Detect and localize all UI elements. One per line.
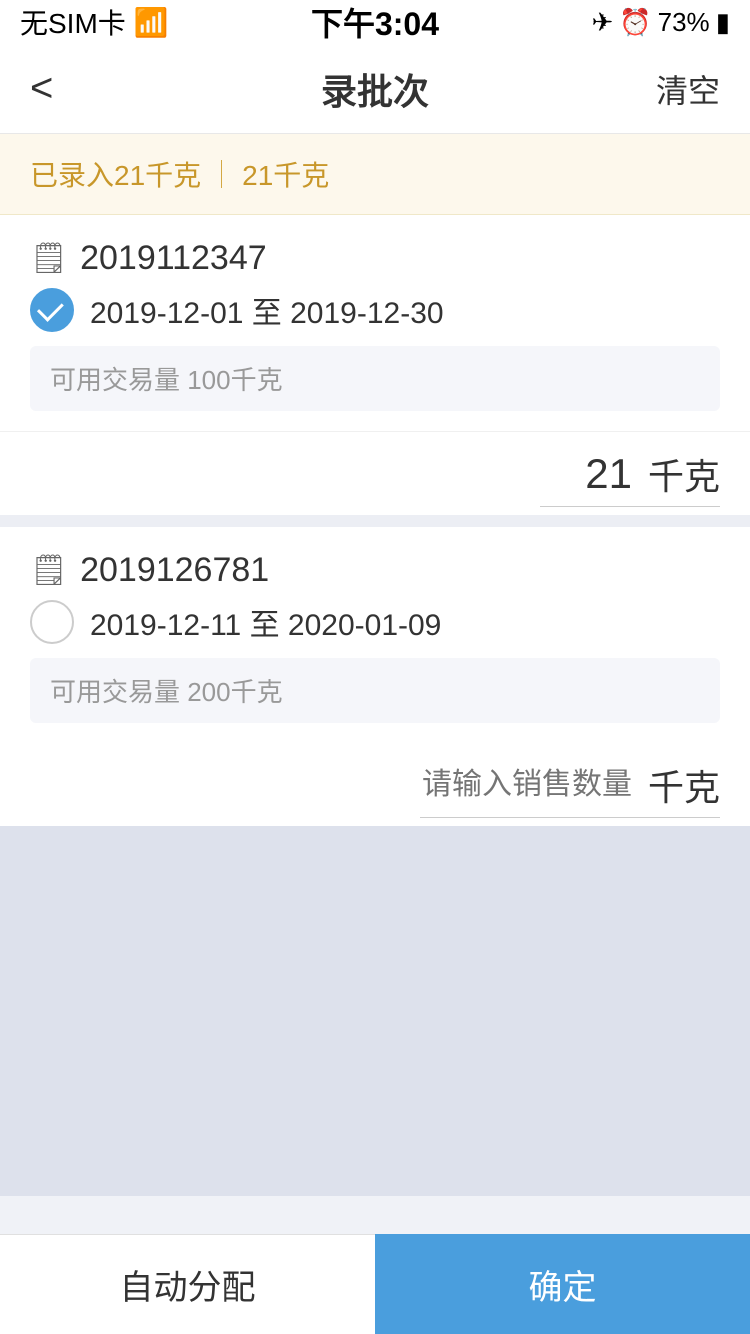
batch-1-available: 可用交易量 100千克	[30, 346, 720, 411]
status-left: 无SIM卡 📶	[20, 2, 169, 42]
batch-1-icon: 🗒	[30, 241, 68, 276]
batch-1-date-row: 2019-12-01 至 2019-12-30	[30, 288, 720, 332]
bottom-bar: 自动分配 确定	[0, 1234, 750, 1334]
carrier-text: 无SIM卡	[20, 2, 126, 42]
location-icon: ✈	[591, 7, 613, 38]
batch-2-section: 🗒 2019126781 2019-12-11 至 2020-01-09 可用交…	[0, 527, 750, 826]
batch-1-underline	[540, 506, 720, 507]
batch-1-amount-value: 21	[585, 450, 632, 498]
batch-2-date-row: 2019-12-11 至 2020-01-09	[30, 600, 720, 644]
clear-button[interactable]: 清空	[656, 66, 720, 112]
battery-text: 73%	[658, 7, 710, 38]
battery-icon: ▮	[716, 7, 730, 38]
batch-2-radio[interactable]	[30, 600, 74, 644]
batch-1-id: 2019112347	[80, 239, 267, 278]
status-bar: 无SIM卡 📶 下午3:04 ✈ ⏰ 73% ▮	[0, 0, 750, 44]
batch-2-item: 🗒 2019126781 2019-12-11 至 2020-01-09 可用交…	[0, 527, 750, 743]
section-separator-1	[0, 515, 750, 527]
batch-1-item: 🗒 2019112347 2019-12-01 至 2019-12-30 可用交…	[0, 215, 750, 432]
batch-2-input-wrapper: 千克	[392, 759, 720, 818]
batch-1-amount-wrapper: 21 千克	[540, 448, 720, 507]
confirm-button[interactable]: 确定	[375, 1234, 750, 1334]
batch-1-radio[interactable]	[30, 288, 74, 332]
batch-2-input-line: 千克	[392, 759, 720, 811]
recorded-value: 21千克	[242, 154, 329, 194]
batch-1-section: 🗒 2019112347 2019-12-01 至 2019-12-30 可用交…	[0, 215, 750, 515]
batch-2-date: 2019-12-11 至 2020-01-09	[90, 600, 441, 644]
auto-distribute-button[interactable]: 自动分配	[0, 1234, 375, 1334]
status-time: 下午3:04	[311, 0, 439, 45]
batch-1-amount-row: 21 千克	[0, 432, 750, 515]
wifi-icon: 📶	[134, 6, 169, 39]
batch-2-available: 可用交易量 200千克	[30, 658, 720, 723]
batch-1-amount-line: 21 千克	[585, 448, 720, 500]
status-right: ✈ ⏰ 73% ▮	[591, 7, 730, 38]
batch-2-underline	[420, 817, 720, 818]
banner-divider	[221, 160, 222, 188]
batch-1-unit: 千克	[648, 448, 720, 500]
batch-2-quantity-input[interactable]	[392, 768, 632, 802]
back-button[interactable]: <	[30, 66, 53, 111]
alarm-icon: ⏰	[619, 7, 651, 38]
batch-2-header: 🗒 2019126781	[30, 551, 720, 590]
batch-2-id: 2019126781	[80, 551, 269, 590]
info-banner: 已录入21千克 21千克	[0, 134, 750, 215]
batch-2-unit: 千克	[648, 759, 720, 811]
recorded-label: 已录入21千克	[30, 154, 201, 194]
gray-area	[0, 826, 750, 1196]
batch-1-header: 🗒 2019112347	[30, 239, 720, 278]
nav-bar: < 录批次 清空	[0, 44, 750, 134]
page-title: 录批次	[321, 63, 429, 115]
batch-2-icon: 🗒	[30, 553, 68, 588]
batch-1-date: 2019-12-01 至 2019-12-30	[90, 288, 444, 332]
batch-2-input-row: 千克	[0, 743, 750, 826]
